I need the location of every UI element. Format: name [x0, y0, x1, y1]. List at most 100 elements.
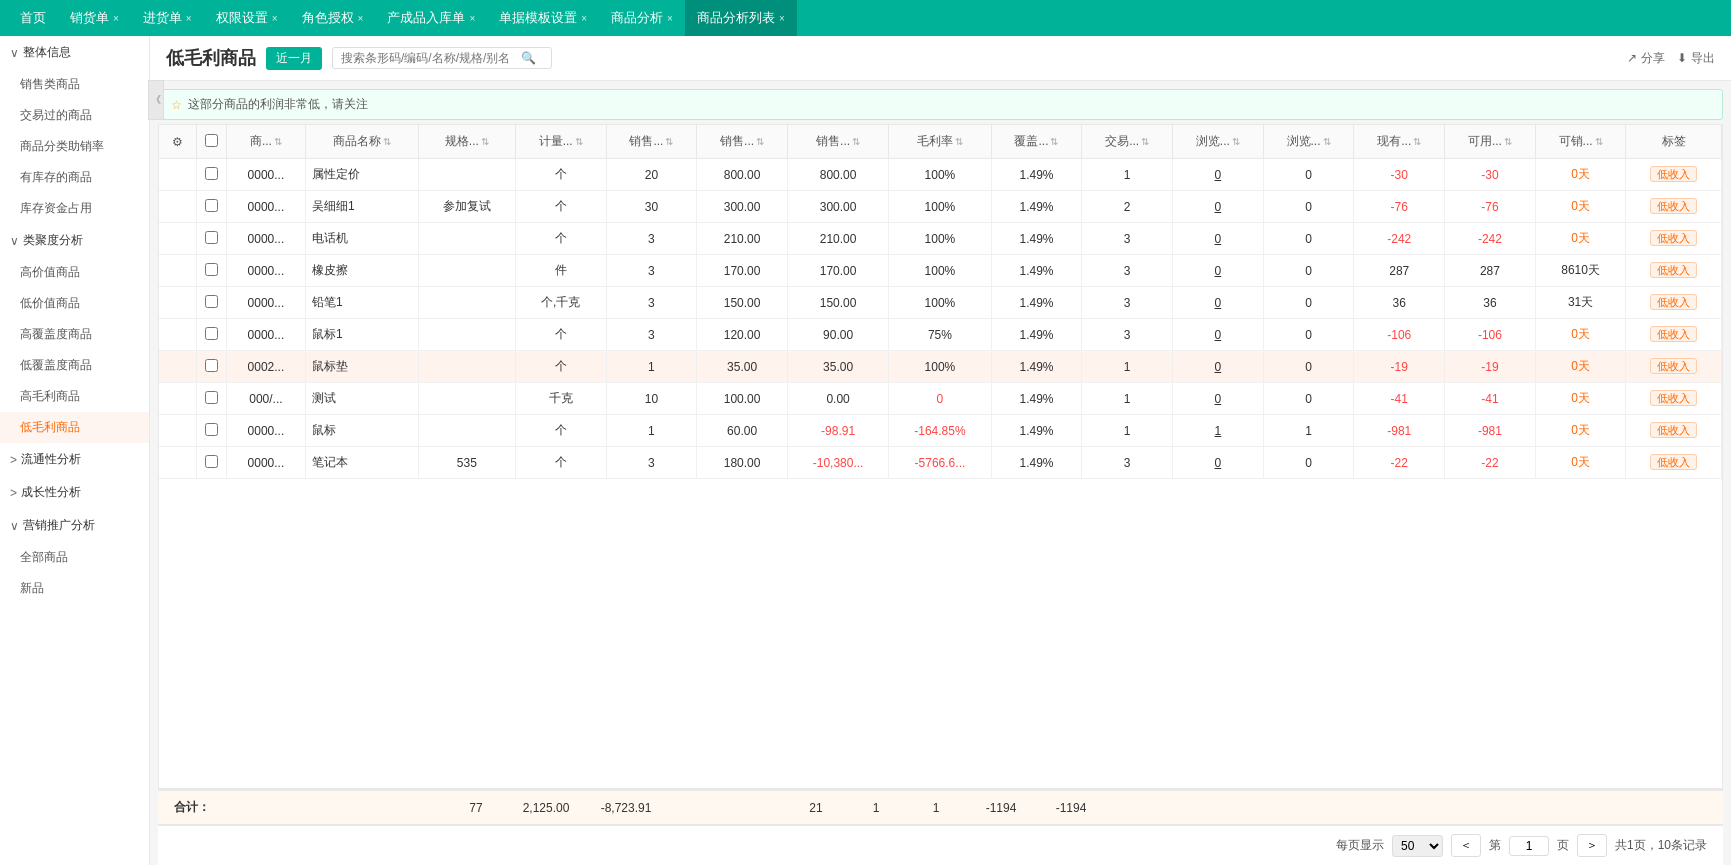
nav-permissions[interactable]: 权限设置× [204, 0, 290, 36]
sidebar-item-capital[interactable]: 库存资金占用 [0, 193, 149, 224]
nav-purchase-order[interactable]: 进货单× [131, 0, 204, 36]
col-settings[interactable]: ⚙ [159, 125, 196, 159]
row-coverage: 1.49% [991, 287, 1082, 319]
table-row: 0002... 鼠标垫 个 1 35.00 35.00 100% 1.49% 1… [159, 351, 1722, 383]
search-input[interactable] [341, 51, 521, 65]
sidebar-group-overall[interactable]: ∨ 整体信息 [0, 36, 149, 69]
row-code: 000/... [226, 383, 305, 415]
sidebar-group-cluster[interactable]: ∨ 类聚度分析 [0, 224, 149, 257]
sidebar-item-traded-goods[interactable]: 交易过的商品 [0, 100, 149, 131]
col-name[interactable]: 商品名称⇅ [305, 125, 418, 159]
sidebar-group-circulation[interactable]: > 流通性分析 [0, 443, 149, 476]
sidebar-item-low-margin[interactable]: 低毛利商品 [0, 412, 149, 443]
page-size-select[interactable]: 50 100 200 [1392, 835, 1443, 857]
row-transactions: 1 [1082, 159, 1173, 191]
row-transactions: 2 [1082, 191, 1173, 223]
col-views1[interactable]: 浏览...⇅ [1173, 125, 1264, 159]
row-code: 0000... [226, 319, 305, 351]
col-code[interactable]: 商...⇅ [226, 125, 305, 159]
row-views1[interactable]: 0 [1173, 159, 1264, 191]
row-unit: 个 [515, 447, 606, 479]
row-checkbox[interactable] [196, 383, 226, 415]
col-sellable[interactable]: 可销...⇅ [1535, 125, 1626, 159]
row-gross-margin: -5766.6... [889, 447, 991, 479]
sidebar-item-low-value[interactable]: 低价值商品 [0, 288, 149, 319]
col-coverage[interactable]: 覆盖...⇅ [991, 125, 1082, 159]
sidebar-group-growth[interactable]: > 成长性分析 [0, 476, 149, 509]
row-checkbox[interactable] [196, 351, 226, 383]
share-button[interactable]: ↗ 分享 [1627, 50, 1665, 67]
row-sales-profit: -98.91 [787, 415, 888, 447]
row-checkbox[interactable] [196, 415, 226, 447]
col-sales-qty[interactable]: 销售...⇅ [606, 125, 697, 159]
arrow-icon: ∨ [10, 46, 19, 60]
row-sales-qty: 10 [606, 383, 697, 415]
col-spec[interactable]: 规格...⇅ [418, 125, 515, 159]
col-transactions[interactable]: 交易...⇅ [1082, 125, 1173, 159]
search-icon[interactable]: 🔍 [521, 51, 536, 65]
col-sales-price[interactable]: 销售...⇅ [697, 125, 788, 159]
sort-icon: ⇅ [383, 136, 391, 147]
row-views1[interactable]: 0 [1173, 287, 1264, 319]
page-unit: 页 [1557, 837, 1569, 854]
sidebar-item-sales-goods[interactable]: 销售类商品 [0, 69, 149, 100]
nav-role-auth[interactable]: 角色授权× [290, 0, 376, 36]
row-views1[interactable]: 0 [1173, 319, 1264, 351]
row-settings [159, 351, 196, 383]
row-views1[interactable]: 0 [1173, 255, 1264, 287]
nav-sales-order[interactable]: 销货单× [58, 0, 131, 36]
sidebar-item-all-goods[interactable]: 全部商品 [0, 542, 149, 573]
sidebar-item-high-coverage[interactable]: 高覆盖度商品 [0, 319, 149, 350]
sidebar-item-inventory-goods[interactable]: 有库存的商品 [0, 162, 149, 193]
row-checkbox[interactable] [196, 287, 226, 319]
row-checkbox[interactable] [196, 319, 226, 351]
col-sales-profit[interactable]: 销售...⇅ [787, 125, 888, 159]
row-sales-profit: 210.00 [787, 223, 888, 255]
col-views2[interactable]: 浏览...⇅ [1263, 125, 1354, 159]
row-name: 属性定价 [305, 159, 418, 191]
row-tag: 低收入 [1626, 191, 1722, 223]
sidebar-item-high-value[interactable]: 高价值商品 [0, 257, 149, 288]
row-views1[interactable]: 0 [1173, 191, 1264, 223]
row-checkbox[interactable] [196, 159, 226, 191]
nav-product-analysis[interactable]: 商品分析× [599, 0, 685, 36]
next-page-button[interactable]: ＞ [1577, 834, 1607, 857]
sort-icon: ⇅ [1232, 136, 1240, 147]
sidebar-item-high-margin[interactable]: 高毛利商品 [0, 381, 149, 412]
nav-product-analysis-list[interactable]: 商品分析列表× [685, 0, 797, 36]
row-checkbox[interactable] [196, 223, 226, 255]
row-transactions: 1 [1082, 415, 1173, 447]
select-all-checkbox[interactable] [205, 134, 218, 147]
col-gross-margin[interactable]: 毛利率⇅ [889, 125, 991, 159]
prev-page-button[interactable]: ＜ [1451, 834, 1481, 857]
export-button[interactable]: ⬇ 导出 [1677, 50, 1715, 67]
page-number-input[interactable] [1509, 836, 1549, 856]
col-current-stock[interactable]: 现有...⇅ [1354, 125, 1445, 159]
row-gross-margin: 100% [889, 351, 991, 383]
row-views1[interactable]: 0 [1173, 383, 1264, 415]
row-views1[interactable]: 0 [1173, 447, 1264, 479]
date-filter-button[interactable]: 近一月 [266, 47, 322, 70]
col-available[interactable]: 可用...⇅ [1445, 125, 1536, 159]
sidebar-group-marketing[interactable]: ∨ 营销推广分析 [0, 509, 149, 542]
total-views1: 1 [846, 801, 906, 815]
row-checkbox[interactable] [196, 255, 226, 287]
row-views1[interactable]: 1 [1173, 415, 1264, 447]
row-views1[interactable]: 0 [1173, 351, 1264, 383]
sidebar-item-low-coverage[interactable]: 低覆盖度商品 [0, 350, 149, 381]
row-sellable: 0天 [1535, 447, 1626, 479]
sidebar-item-new-goods[interactable]: 新品 [0, 573, 149, 604]
nav-template[interactable]: 单据模板设置× [487, 0, 599, 36]
row-views2: 0 [1263, 351, 1354, 383]
row-checkbox[interactable] [196, 191, 226, 223]
col-unit[interactable]: 计量...⇅ [515, 125, 606, 159]
nav-product-stock[interactable]: 产成品入库单× [375, 0, 487, 36]
nav-home[interactable]: 首页 [8, 0, 58, 36]
sidebar-collapse-btn[interactable]: 《 [148, 80, 164, 120]
row-available: 36 [1445, 287, 1536, 319]
sidebar-item-category-rate[interactable]: 商品分类助销率 [0, 131, 149, 162]
row-views1[interactable]: 0 [1173, 223, 1264, 255]
tag-badge: 低收入 [1650, 198, 1697, 214]
row-sales-qty: 30 [606, 191, 697, 223]
row-checkbox[interactable] [196, 447, 226, 479]
